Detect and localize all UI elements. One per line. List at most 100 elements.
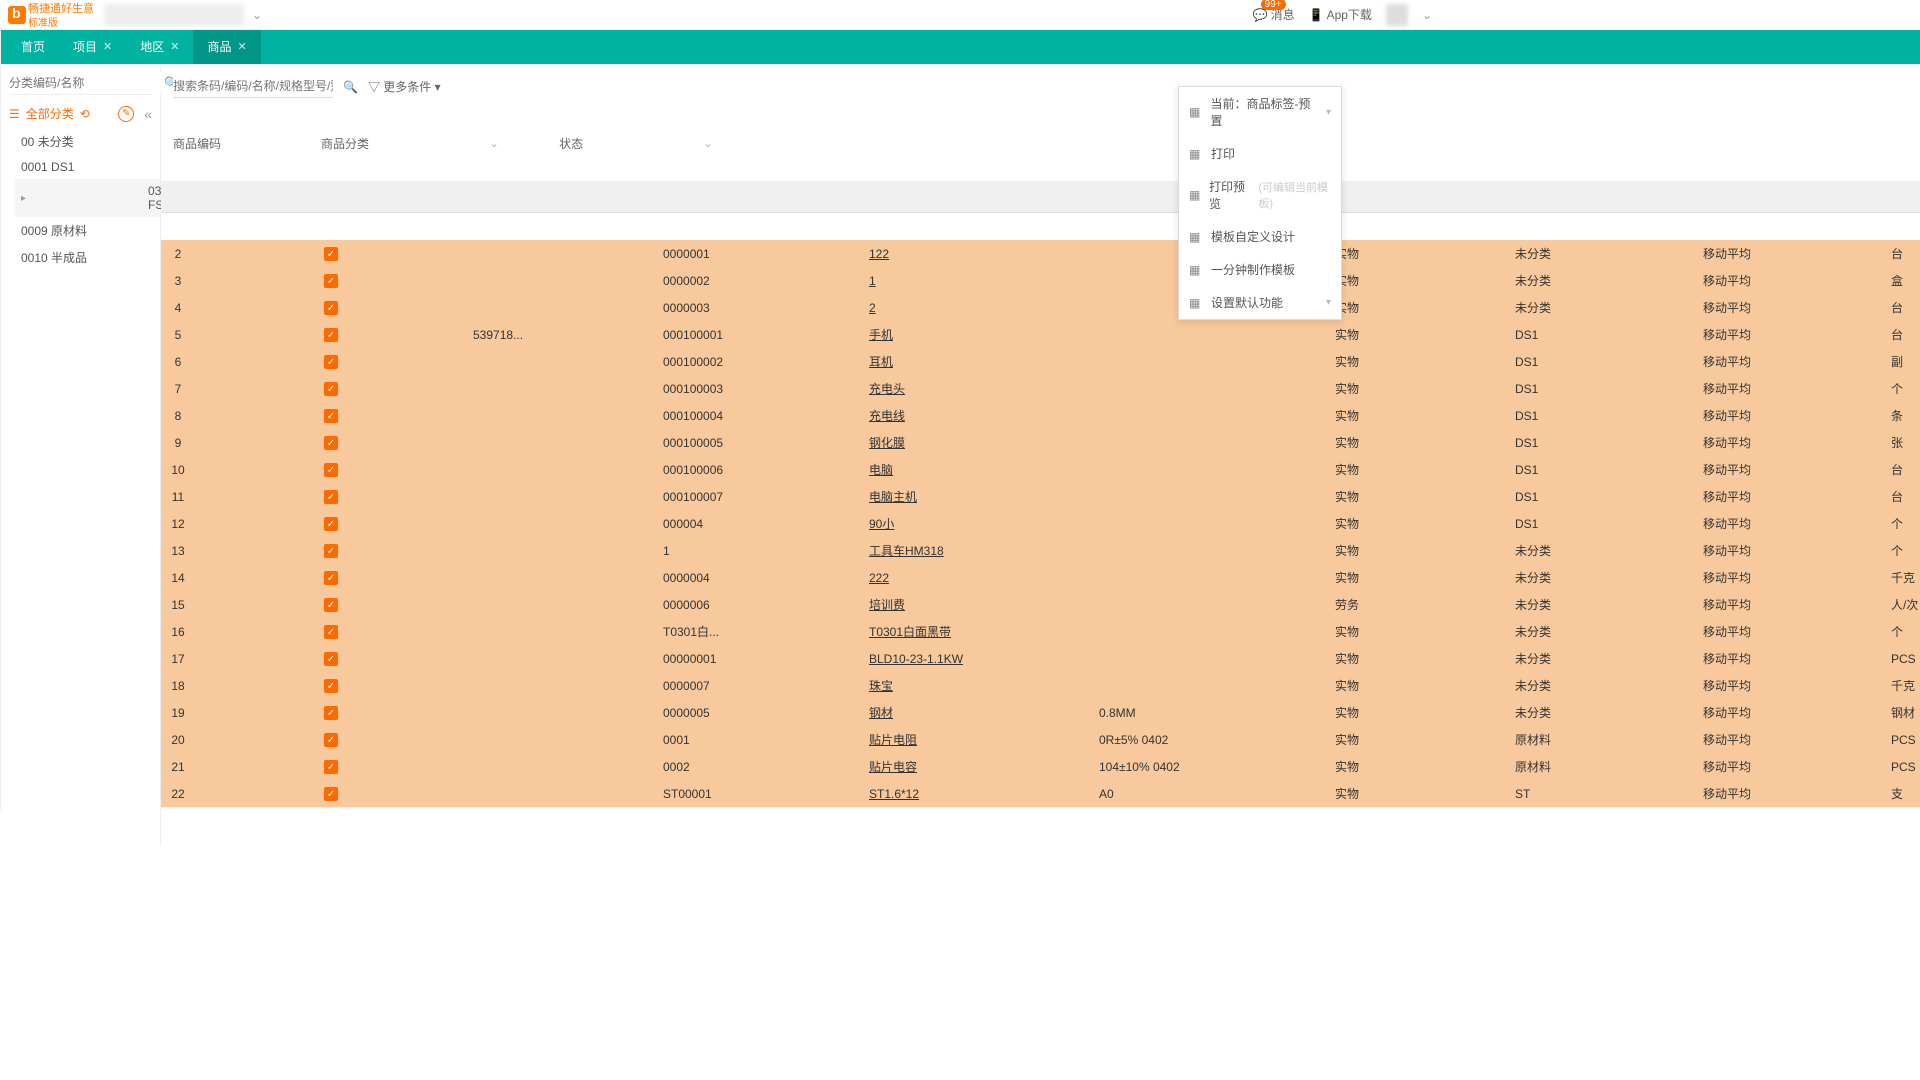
checkbox-icon[interactable]: ✓ [324, 355, 338, 369]
table-row[interactable]: 15✓0000006培训费劳务未分类移动平均人/次人/次人/次✎⠿ [161, 591, 1920, 618]
table-row[interactable]: 1FREIGHT电商买家付运费劳务未分类移动平均个个✎⠿ [161, 213, 1920, 241]
tree-item[interactable]: ▸03 FS1 [15, 179, 160, 217]
product-name-link[interactable]: 钢材 [869, 706, 893, 720]
table-row[interactable]: 11✓000100007电脑主机实物DS1移动平均台台台✎⠿ [161, 483, 1920, 510]
tab[interactable]: 首页 [7, 30, 59, 64]
product-name-link[interactable]: 2 [869, 301, 876, 315]
checkbox-icon[interactable]: ✓ [324, 733, 338, 747]
edit-icon[interactable]: ✎ [118, 106, 134, 122]
app-download-button[interactable]: 📱 App下载 [1309, 6, 1372, 23]
product-name-link[interactable]: 培训费 [869, 598, 905, 612]
product-name-link[interactable]: 珠宝 [869, 679, 893, 693]
checkbox-icon[interactable]: ✓ [324, 247, 338, 261]
table-row[interactable]: 5✓539718...000100001手机实物DS1移动平均台台台✎⠿ [161, 321, 1920, 348]
product-name-link[interactable]: ST1.6*12 [869, 787, 919, 801]
filter-category-select[interactable]: 商品分类⌄ [321, 135, 499, 152]
table-row[interactable]: 8✓000100004充电线实物DS1移动平均条条条✎⠿ [161, 402, 1920, 429]
product-name-link[interactable]: 手机 [869, 328, 893, 342]
tree-root[interactable]: ☰ 全部分类 ⟲ ✎ « [1, 103, 160, 124]
product-name-link[interactable]: 工具车HM318 [869, 544, 944, 558]
checkbox-icon[interactable]: ✓ [324, 760, 338, 774]
table-row[interactable]: 2✓0000001122实物未分类移动平均台台台✎⠿ [161, 240, 1920, 267]
table-row[interactable]: 10✓000100006电脑实物DS1移动平均台台台✎⠿ [161, 456, 1920, 483]
checkbox-icon[interactable]: ✓ [324, 598, 338, 612]
product-name-link[interactable]: 充电线 [869, 409, 905, 423]
org-selector[interactable] [104, 4, 244, 26]
checkbox-icon[interactable]: ✓ [324, 517, 338, 531]
checkbox-icon[interactable]: ✓ [324, 463, 338, 477]
table-row[interactable]: 18✓0000007珠宝实物未分类移动平均千克千克千克✎⠿ [161, 672, 1920, 699]
tree-item[interactable]: 00 未分类 [15, 128, 160, 155]
tree-item[interactable]: 0010 半成品 [15, 244, 160, 271]
table-row[interactable]: 16✓T0301白...T0301白面黑带实物未分类移动平均个个个✎⠿ [161, 618, 1920, 645]
dropdown-item[interactable]: ▦一分钟制作模板 [1179, 253, 1341, 286]
collapse-icon[interactable]: « [144, 106, 152, 122]
table-row[interactable]: 12✓00000490小实物DS1移动平均个个个✎⠿ [161, 510, 1920, 537]
product-name-link[interactable]: 电脑主机 [869, 490, 917, 504]
product-name-link[interactable]: 90小 [869, 517, 894, 531]
product-name-link[interactable]: 耳机 [869, 355, 893, 369]
table-row[interactable]: 7✓000100003充电头实物DS1移动平均个个个✎⠿ [161, 375, 1920, 402]
column-header[interactable]: ⚙ [161, 181, 1920, 213]
checkbox-icon[interactable]: ✓ [324, 625, 338, 639]
checkbox-icon[interactable]: ✓ [324, 274, 338, 288]
table-row[interactable]: 3✓00000021实物未分类移动平均盒盒盒✎⠿ [161, 267, 1920, 294]
close-icon[interactable]: ✕ [103, 30, 112, 64]
product-name-link[interactable]: T0301白面黑带 [869, 625, 951, 639]
search-input[interactable] [173, 75, 333, 98]
tree-search-input[interactable] [9, 72, 164, 94]
product-name-link[interactable]: 钢化膜 [869, 436, 905, 450]
refresh-icon[interactable]: ⟲ [80, 107, 90, 121]
dropdown-item[interactable]: ▦当前：商品标签-预置▾ [1179, 87, 1341, 137]
dropdown-item[interactable]: ▦设置默认功能▾ [1179, 286, 1341, 319]
table-row[interactable]: 14✓0000004222实物未分类移动平均千克千克千克✎⠿ [161, 564, 1920, 591]
product-name-link[interactable]: 贴片电阻 [869, 733, 917, 747]
dropdown-item[interactable]: ▦模板自定义设计 [1179, 220, 1341, 253]
tree-item[interactable]: 0009 原材料 [15, 217, 160, 244]
product-name-link[interactable]: 1 [869, 274, 876, 288]
chevron-down-icon[interactable]: ⌄ [1422, 8, 1432, 22]
checkbox-icon[interactable]: ✓ [324, 301, 338, 315]
dropdown-item[interactable]: ▦打印 [1179, 137, 1341, 170]
search-icon[interactable]: 🔍 [343, 80, 358, 94]
table-scroll[interactable]: ⚙✓⇅商品...⇅商品编码⇅商品名称⇅规格型号⇅商品...⇅商品...⇅计价..… [161, 181, 1920, 807]
checkbox-icon[interactable]: ✓ [324, 544, 338, 558]
tab[interactable]: 项目✕ [59, 30, 126, 64]
avatar[interactable] [1386, 4, 1408, 26]
product-name-link[interactable]: 222 [869, 571, 889, 585]
table-row[interactable]: 22✓ST00001ST1.6*12A0实物ST移动平均支支支✎⠿ [161, 780, 1920, 807]
tab[interactable]: 商品✕ [193, 30, 260, 64]
close-icon[interactable]: ✕ [170, 30, 179, 64]
product-name-link[interactable]: 贴片电容 [869, 760, 917, 774]
checkbox-icon[interactable]: ✓ [324, 679, 338, 693]
chevron-down-icon[interactable]: ⌄ [252, 8, 262, 22]
checkbox-icon[interactable]: ✓ [324, 571, 338, 585]
filter-status-select[interactable]: 状态⌄ [559, 135, 713, 152]
messages-button[interactable]: 💬 消息 99+ [1253, 6, 1295, 23]
dropdown-item[interactable]: ▦打印预览(可编辑当前模板) [1179, 170, 1341, 220]
tab[interactable]: 地区✕ [126, 30, 193, 64]
table-row[interactable]: 19✓0000005钢材0.8MM实物未分类移动平均钢材钢材钢材✎⠿ [161, 699, 1920, 726]
product-name-link[interactable]: 电脑 [869, 463, 893, 477]
checkbox-icon[interactable]: ✓ [324, 382, 338, 396]
product-name-link[interactable]: BLD10-23-1.1KW [869, 652, 963, 666]
product-name-link[interactable]: 充电头 [869, 382, 905, 396]
table-row[interactable]: 4✓00000032实物未分类移动平均台台台✎⠿ [161, 294, 1920, 321]
checkbox-icon[interactable]: ✓ [324, 409, 338, 423]
product-name-link[interactable]: 122 [869, 247, 889, 261]
more-filters-button[interactable]: ▽ 更多条件 ▾ [368, 78, 441, 95]
tree-item[interactable]: 0001 DS1 [15, 155, 160, 179]
table-row[interactable]: 9✓000100005钢化膜实物DS1移动平均张张张✎⠿ [161, 429, 1920, 456]
checkbox-icon[interactable]: ✓ [324, 787, 338, 801]
checkbox-icon[interactable]: ✓ [324, 490, 338, 504]
checkbox-icon[interactable]: ✓ [324, 436, 338, 450]
close-icon[interactable]: ✕ [238, 30, 247, 64]
checkbox-icon[interactable]: ✓ [324, 328, 338, 342]
table-row[interactable]: 13✓1工具车HM318实物未分类移动平均个个个✎⠿ [161, 537, 1920, 564]
table-row[interactable]: 20✓0001贴片电阻0R±5% 0402实物原材料移动平均PCSPCSPCS✎… [161, 726, 1920, 753]
checkbox-icon[interactable]: ✓ [324, 652, 338, 666]
table-row[interactable]: 21✓0002贴片电容104±10% 0402实物原材料移动平均PCSPCSPC… [161, 753, 1920, 780]
table-row[interactable]: 17✓00000001BLD10-23-1.1KW实物未分类移动平均PCSPCS… [161, 645, 1920, 672]
checkbox-icon[interactable]: ✓ [324, 706, 338, 720]
table-row[interactable]: 6✓000100002耳机实物DS1移动平均副副副✎⠿ [161, 348, 1920, 375]
